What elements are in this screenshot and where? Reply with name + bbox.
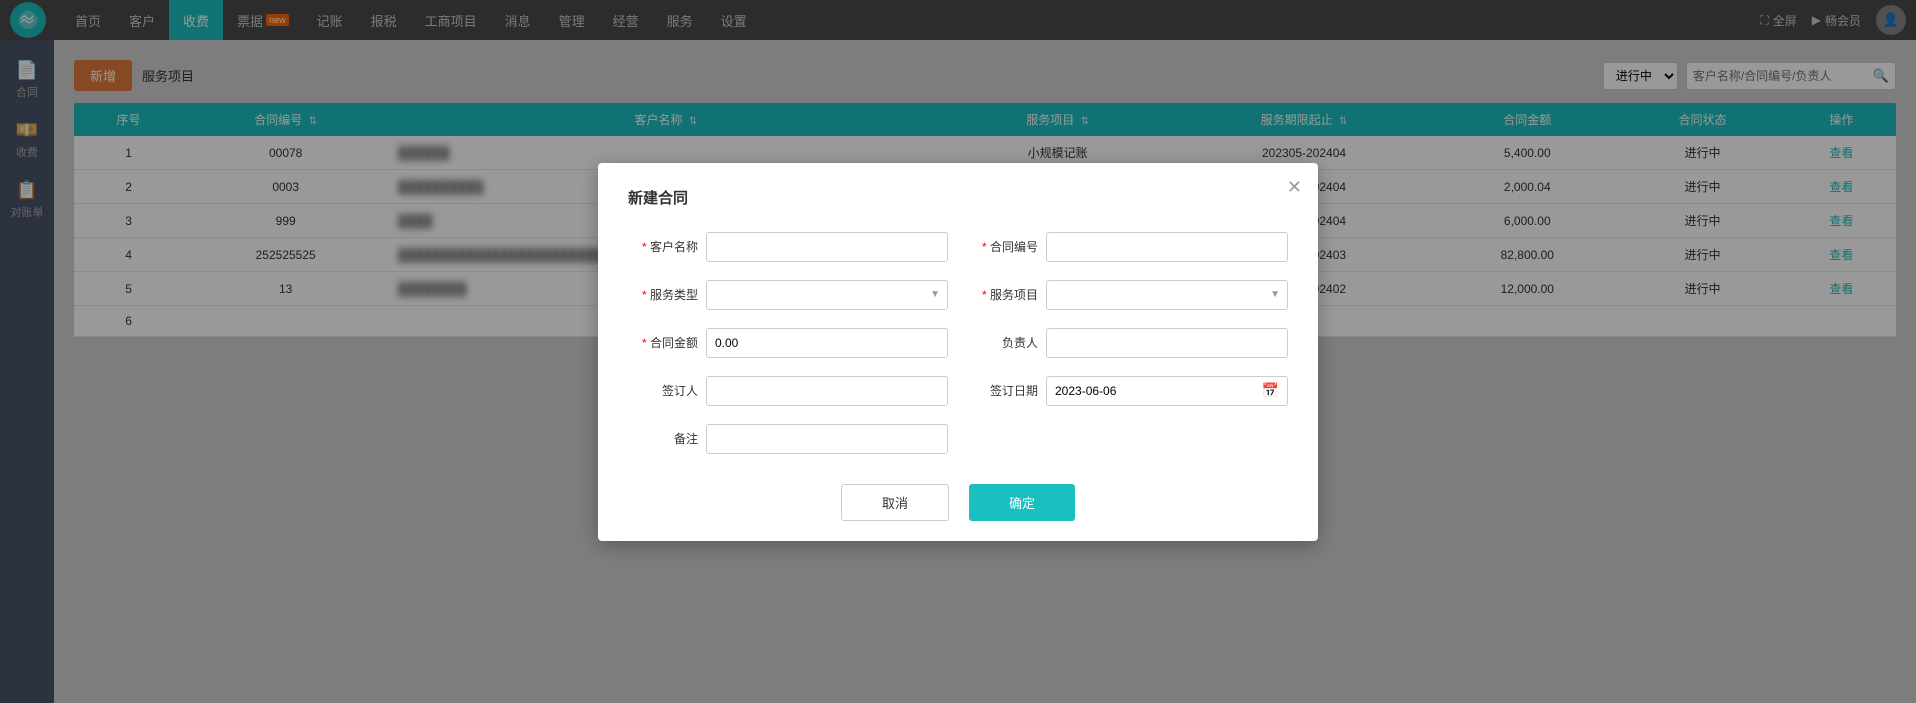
- contract-no-label: 合同编号: [968, 238, 1038, 255]
- new-contract-modal: ✕ 新建合同 客户名称 合同编号 服务类型 ▼ 服务项目: [598, 163, 1318, 541]
- modal-overlay: ✕ 新建合同 客户名称 合同编号 服务类型 ▼ 服务项目: [0, 0, 1916, 703]
- service-item-select[interactable]: [1046, 280, 1288, 310]
- contract-amount-label: 合同金额: [628, 334, 698, 351]
- client-name-label: 客户名称: [628, 238, 698, 255]
- signer-input[interactable]: [706, 376, 948, 406]
- form-row-4: 签订人 签订日期 📅: [628, 376, 1288, 406]
- field-remark: 备注: [628, 424, 948, 454]
- field-client-name: 客户名称: [628, 232, 948, 262]
- service-type-select-wrap: ▼: [706, 280, 948, 310]
- contract-amount-input[interactable]: [706, 328, 948, 358]
- sign-date-wrap: 📅: [1046, 376, 1288, 406]
- field-service-item: 服务项目 ▼: [968, 280, 1288, 310]
- service-item-select-wrap: ▼: [1046, 280, 1288, 310]
- service-type-label: 服务类型: [628, 286, 698, 303]
- modal-title: 新建合同: [628, 187, 1288, 208]
- form-row-2: 服务类型 ▼ 服务项目 ▼: [628, 280, 1288, 310]
- signer-label: 签订人: [628, 382, 698, 399]
- cancel-button[interactable]: 取消: [841, 484, 949, 521]
- responsible-label: 负责人: [968, 334, 1038, 351]
- service-item-label: 服务项目: [968, 286, 1038, 303]
- field-responsible: 负责人: [968, 328, 1288, 358]
- service-type-select[interactable]: [706, 280, 948, 310]
- remark-label: 备注: [628, 430, 698, 447]
- field-sign-date: 签订日期 📅: [968, 376, 1288, 406]
- field-contract-no: 合同编号: [968, 232, 1288, 262]
- form-row-1: 客户名称 合同编号: [628, 232, 1288, 262]
- sign-date-label: 签订日期: [968, 382, 1038, 399]
- contract-no-input[interactable]: [1046, 232, 1288, 262]
- field-service-type: 服务类型 ▼: [628, 280, 948, 310]
- remark-input[interactable]: [706, 424, 948, 454]
- client-name-input[interactable]: [706, 232, 948, 262]
- modal-close-button[interactable]: ✕: [1287, 177, 1302, 198]
- calendar-icon[interactable]: 📅: [1262, 382, 1279, 399]
- confirm-button[interactable]: 确定: [969, 484, 1075, 521]
- field-contract-amount: 合同金额: [628, 328, 948, 358]
- responsible-input[interactable]: [1046, 328, 1288, 358]
- modal-footer: 取消 确定: [628, 484, 1288, 521]
- field-signer: 签订人: [628, 376, 948, 406]
- form-row-5: 备注: [628, 424, 1288, 454]
- sign-date-input[interactable]: [1055, 384, 1262, 398]
- form-row-3: 合同金额 负责人: [628, 328, 1288, 358]
